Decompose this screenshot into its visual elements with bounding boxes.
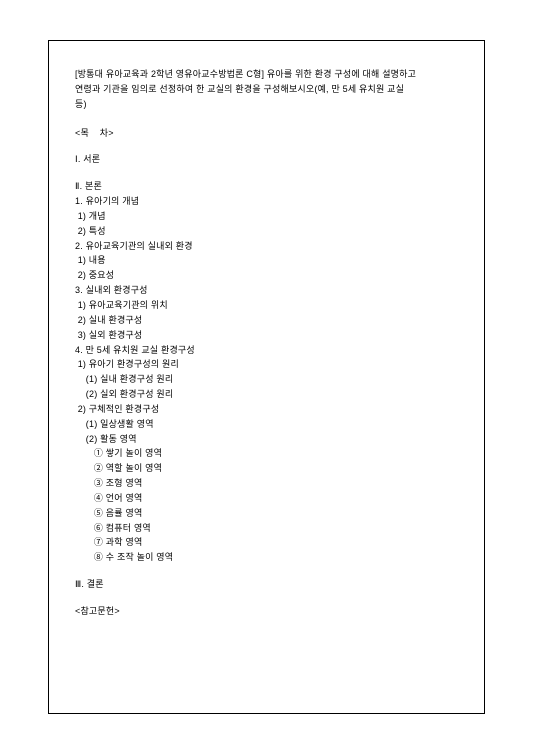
- section-references: <참고문헌>: [75, 604, 458, 619]
- section-3-heading: Ⅲ. 결론: [75, 577, 458, 592]
- title-line-2: 연령과 기관을 임의로 선정하여 한 교실의 환경을 구성해보시오(예, 만 5…: [75, 82, 458, 97]
- toc-item: ⑧ 수 조작 놀이 영역: [75, 550, 458, 565]
- section-2-heading: Ⅱ. 본론: [75, 179, 458, 194]
- toc-item: ⑦ 과학 영역: [75, 535, 458, 550]
- toc-item: 4. 만 5세 유치원 교실 환경구성: [75, 343, 458, 358]
- toc-item: 1) 개념: [75, 209, 458, 224]
- section-conclusion: Ⅲ. 결론: [75, 577, 458, 592]
- toc-header: <목 차>: [75, 126, 458, 141]
- document-title: [방통대 유아교육과 2학년 영유아교수방법론 C형] 유아를 위한 환경 구성…: [75, 67, 458, 112]
- toc-item: (2) 활동 영역: [75, 432, 458, 447]
- toc-item: 2. 유아교육기관의 실내외 환경: [75, 239, 458, 254]
- toc-item: ⑤ 음률 영역: [75, 506, 458, 521]
- references-heading: <참고문헌>: [75, 604, 458, 619]
- document-page: [방통대 유아교육과 2학년 영유아교수방법론 C형] 유아를 위한 환경 구성…: [48, 40, 485, 714]
- toc-item: 2) 구체적인 환경구성: [75, 402, 458, 417]
- toc-item: ② 역할 놀이 영역: [75, 461, 458, 476]
- toc-item: 2) 특성: [75, 224, 458, 239]
- toc-item: ⑥ 컴퓨터 영역: [75, 521, 458, 536]
- toc-item: 1. 유아기의 개념: [75, 194, 458, 209]
- toc-item: (2) 실외 환경구성 원리: [75, 387, 458, 402]
- section-body: Ⅱ. 본론 1. 유아기의 개념 1) 개념 2) 특성 2. 유아교육기관의 …: [75, 179, 458, 565]
- toc-item: 3. 실내외 환경구성: [75, 283, 458, 298]
- toc-item: (1) 실내 환경구성 원리: [75, 372, 458, 387]
- toc-item: 3) 실외 환경구성: [75, 328, 458, 343]
- toc-item: ③ 조형 영역: [75, 476, 458, 491]
- title-line-1: [방통대 유아교육과 2학년 영유아교수방법론 C형] 유아를 위한 환경 구성…: [75, 67, 458, 82]
- toc-item: ① 쌓기 놀이 영역: [75, 446, 458, 461]
- toc-item: (1) 일상생활 영역: [75, 417, 458, 432]
- section-1-heading: Ⅰ. 서론: [75, 152, 458, 167]
- toc-item: 1) 유아기 환경구성의 원리: [75, 357, 458, 372]
- toc-item: 1) 내용: [75, 253, 458, 268]
- toc-item: 2) 실내 환경구성: [75, 313, 458, 328]
- section-intro: Ⅰ. 서론: [75, 152, 458, 167]
- toc-item: ④ 언어 영역: [75, 491, 458, 506]
- title-line-3: 등): [75, 97, 458, 112]
- toc-item: 2) 중요성: [75, 268, 458, 283]
- toc-item: 1) 유아교육기관의 위치: [75, 298, 458, 313]
